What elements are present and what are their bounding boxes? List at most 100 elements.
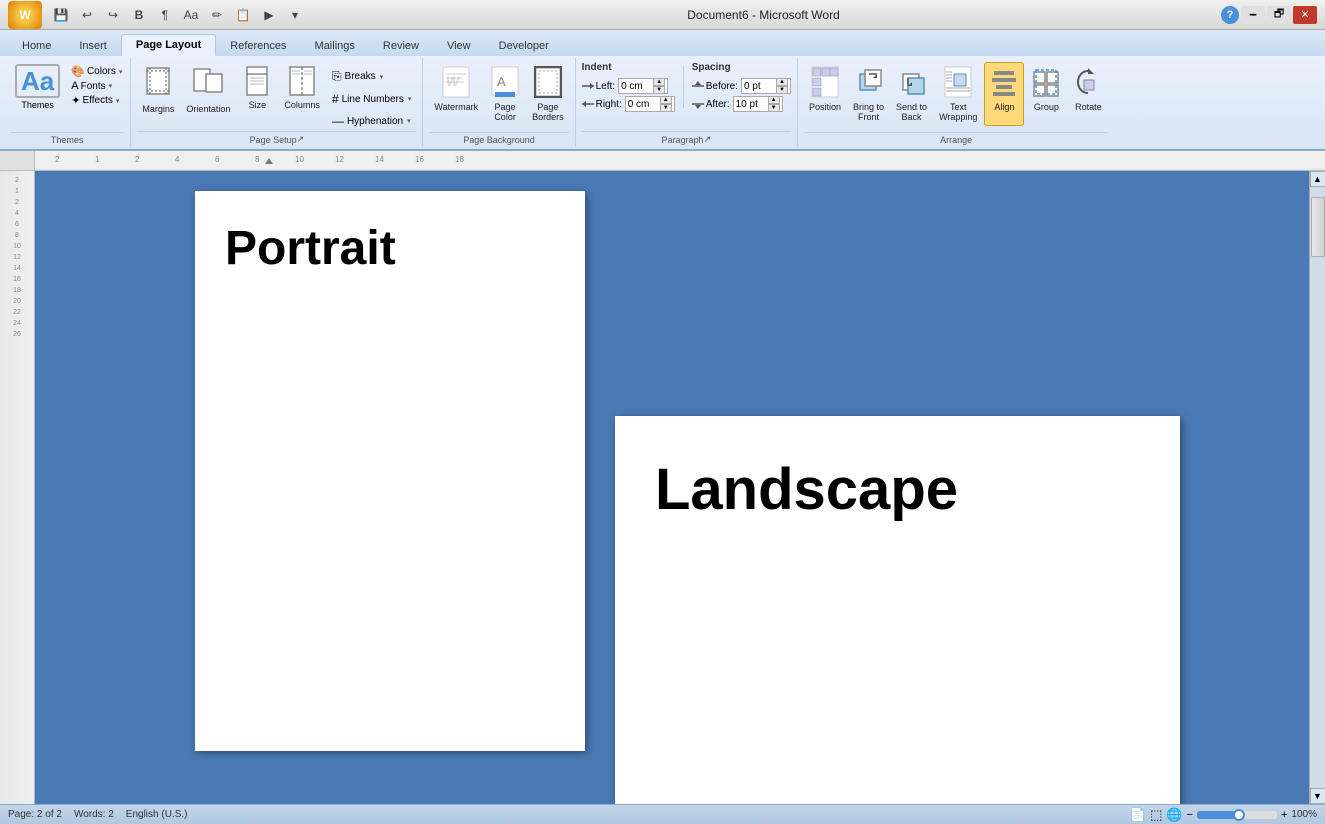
columns-label: Columns bbox=[284, 100, 320, 110]
tab-view[interactable]: View bbox=[433, 36, 485, 56]
indent-left-field[interactable]: 0 cm ▲ ▼ bbox=[618, 78, 668, 94]
view-mode-web-btn[interactable]: 🌐 bbox=[1166, 807, 1182, 823]
orientation-icon bbox=[193, 66, 223, 102]
horizontal-ruler: 2 1 2 4 6 8 10 12 14 16 18 bbox=[35, 151, 1325, 171]
office-button[interactable]: W bbox=[8, 1, 42, 29]
fonts-button[interactable]: A Fonts ▾ bbox=[69, 79, 124, 93]
zoom-slider[interactable] bbox=[1197, 811, 1277, 819]
save-quick-btn[interactable]: 💾 bbox=[50, 4, 72, 26]
tab-references[interactable]: References bbox=[216, 36, 300, 56]
hyphenation-button[interactable]: — Hyphenation ▾ bbox=[327, 111, 416, 131]
view-mode-print-btn[interactable]: 📄 bbox=[1130, 807, 1146, 823]
page-setup-expand-arrow[interactable]: ↗ bbox=[297, 134, 305, 145]
pilcrow-quick-btn[interactable]: ¶ bbox=[154, 4, 176, 26]
redo-quick-btn[interactable]: ↪ bbox=[102, 4, 124, 26]
rotate-button[interactable]: Rotate bbox=[1068, 62, 1108, 126]
spacing-before-down[interactable]: ▼ bbox=[776, 86, 788, 94]
bring-to-front-button[interactable]: Bring toFront bbox=[848, 62, 889, 126]
scroll-thumb[interactable] bbox=[1311, 197, 1325, 257]
landscape-page: Landscape bbox=[615, 416, 1180, 804]
tab-home[interactable]: Home bbox=[8, 36, 65, 56]
spacing-after-field[interactable]: 10 pt ▲ ▼ bbox=[733, 96, 783, 112]
indent-right-up[interactable]: ▲ bbox=[660, 96, 672, 104]
size-button[interactable]: Size bbox=[237, 62, 277, 114]
rotate-label: Rotate bbox=[1075, 102, 1102, 112]
svg-text:8: 8 bbox=[255, 155, 260, 164]
indent-section: Indent Left: 0 cm ▲ ▼ bbox=[582, 62, 675, 112]
line-numbers-arrow: ▾ bbox=[408, 95, 412, 103]
spacing-before-field[interactable]: 0 pt ▲ ▼ bbox=[741, 78, 791, 94]
page-borders-button[interactable]: PageBorders bbox=[527, 62, 569, 126]
document-canvas[interactable]: Portrait Landscape bbox=[35, 171, 1309, 804]
spacing-after-up[interactable]: ▲ bbox=[768, 96, 780, 104]
breaks-button[interactable]: ⎘ Breaks ▾ bbox=[327, 66, 416, 87]
bold-quick-btn[interactable]: B bbox=[128, 4, 150, 26]
undo-quick-btn[interactable]: ↩ bbox=[76, 4, 98, 26]
hyphenation-icon: — bbox=[332, 114, 344, 128]
text-wrapping-icon bbox=[944, 66, 972, 100]
indent-left-spin[interactable]: ▲ ▼ bbox=[653, 78, 665, 94]
indent-left-up[interactable]: ▲ bbox=[653, 78, 665, 86]
position-button[interactable]: Position bbox=[804, 62, 846, 126]
zoom-thumb[interactable] bbox=[1233, 809, 1245, 821]
page-setup-group-label: Page Setup ↗ bbox=[137, 131, 416, 145]
pen-quick-btn[interactable]: ✏ bbox=[206, 4, 228, 26]
tab-developer[interactable]: Developer bbox=[485, 36, 563, 56]
maximize-button[interactable]: 🗗 bbox=[1267, 6, 1291, 24]
spacing-before-up[interactable]: ▲ bbox=[776, 78, 788, 86]
view-mode-fullscreen-btn[interactable]: ⬚ bbox=[1150, 807, 1162, 823]
send-to-back-button[interactable]: Send toBack bbox=[891, 62, 932, 126]
vertical-scrollbar[interactable]: ▲ ▼ bbox=[1309, 171, 1325, 804]
tab-mailings[interactable]: Mailings bbox=[301, 36, 369, 56]
page-color-button[interactable]: A PageColor bbox=[485, 62, 525, 126]
scroll-down-button[interactable]: ▼ bbox=[1310, 788, 1325, 804]
clipboard-quick-btn[interactable]: 📋 bbox=[232, 4, 254, 26]
effects-icon: ✦ bbox=[71, 94, 80, 107]
paragraph-expand-arrow[interactable]: ↗ bbox=[704, 134, 712, 145]
tab-review[interactable]: Review bbox=[369, 36, 433, 56]
themes-button[interactable]: Aa Themes bbox=[10, 60, 65, 114]
title-bar-left: W 💾 ↩ ↪ B ¶ Aa ✏ 📋 ▶ ▾ bbox=[8, 1, 306, 29]
spacing-before-spin[interactable]: ▲ ▼ bbox=[776, 78, 788, 94]
indent-left-down[interactable]: ▼ bbox=[653, 86, 665, 94]
effects-button[interactable]: ✦ Effects ▾ bbox=[69, 93, 124, 108]
bring-to-front-label: Bring toFront bbox=[853, 102, 884, 122]
orientation-button[interactable]: Orientation bbox=[181, 62, 235, 118]
align-button[interactable]: Align bbox=[984, 62, 1024, 126]
svg-text:2: 2 bbox=[55, 155, 60, 164]
margins-button[interactable]: Margins bbox=[137, 62, 179, 118]
colors-button[interactable]: 🎨 Colors ▾ bbox=[69, 64, 124, 79]
scroll-track[interactable] bbox=[1310, 187, 1325, 788]
scroll-up-button[interactable]: ▲ bbox=[1310, 171, 1325, 187]
title-bar-controls: ? 🗕 🗗 ✕ bbox=[1221, 6, 1317, 24]
zoom-out-btn[interactable]: − bbox=[1187, 809, 1193, 821]
svg-text:2: 2 bbox=[135, 155, 140, 164]
spacing-after-spin[interactable]: ▲ ▼ bbox=[768, 96, 780, 112]
zoom-in-btn[interactable]: + bbox=[1281, 809, 1287, 821]
indent-right-field[interactable]: 0 cm ▲ ▼ bbox=[625, 96, 675, 112]
font-quick-btn[interactable]: Aa bbox=[180, 4, 202, 26]
orientation-label: Orientation bbox=[186, 104, 230, 114]
indent-right-down[interactable]: ▼ bbox=[660, 104, 672, 112]
size-icon bbox=[246, 66, 268, 98]
ribbon-group-themes: Aa Themes 🎨 Colors ▾ A Fonts ▾ ✦ Effects… bbox=[4, 58, 131, 147]
tab-page-layout[interactable]: Page Layout bbox=[121, 34, 216, 56]
tab-insert[interactable]: Insert bbox=[65, 36, 121, 56]
indent-right-spin[interactable]: ▲ ▼ bbox=[660, 96, 672, 112]
help-button[interactable]: ? bbox=[1221, 6, 1239, 24]
paragraph-content: Indent Left: 0 cm ▲ ▼ bbox=[582, 60, 791, 131]
line-numbers-button[interactable]: # Line Numbers ▾ bbox=[327, 89, 416, 109]
text-wrapping-button[interactable]: TextWrapping bbox=[934, 62, 982, 126]
qat-expand-btn[interactable]: ▾ bbox=[284, 4, 306, 26]
svg-text:A: A bbox=[497, 74, 506, 89]
columns-button[interactable]: Columns bbox=[279, 62, 325, 114]
close-button[interactable]: ✕ bbox=[1293, 6, 1317, 24]
position-label: Position bbox=[809, 102, 841, 112]
breaks-arrow: ▾ bbox=[380, 73, 384, 81]
watermark-button[interactable]: W Watermark bbox=[429, 62, 483, 116]
spacing-after-down[interactable]: ▼ bbox=[768, 104, 780, 112]
colors-icon: 🎨 bbox=[71, 65, 85, 78]
minimize-button[interactable]: 🗕 bbox=[1241, 6, 1265, 24]
play-quick-btn[interactable]: ▶ bbox=[258, 4, 280, 26]
group-button[interactable]: Group bbox=[1026, 62, 1066, 126]
